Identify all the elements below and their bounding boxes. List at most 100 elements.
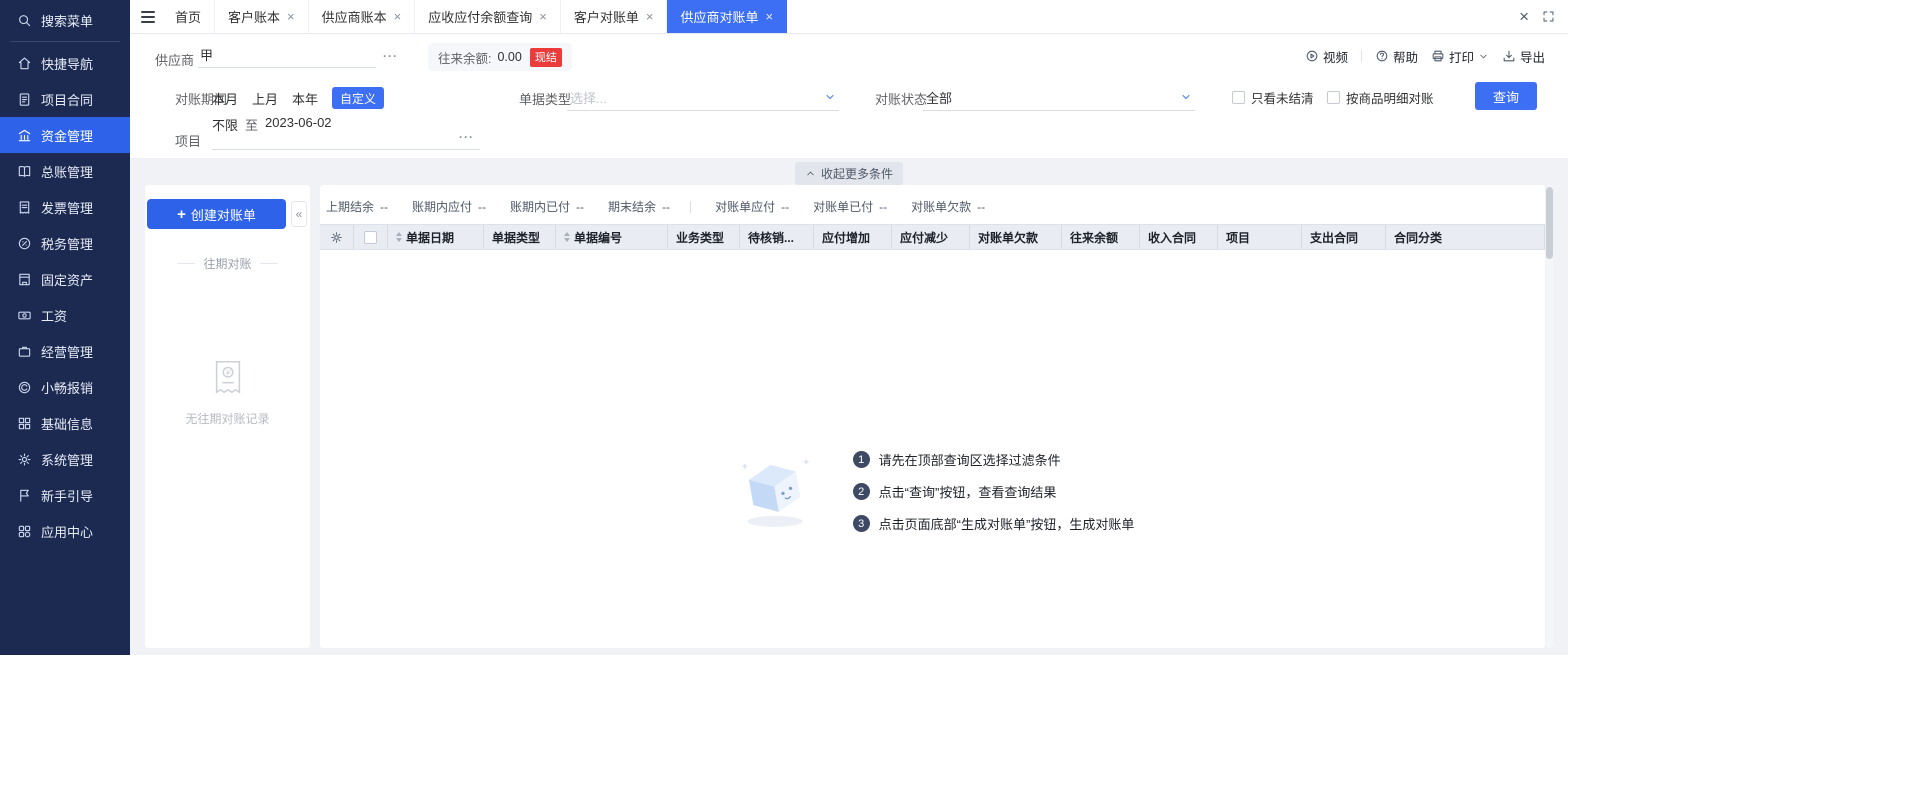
divider bbox=[1360, 50, 1362, 62]
sidebar-item[interactable]: 总账管理 bbox=[0, 153, 130, 189]
plus-icon: + bbox=[177, 205, 186, 223]
balance-value: 0.00 bbox=[497, 50, 522, 64]
period-options: 本月 上月 本年 自定义 bbox=[212, 87, 385, 109]
sidebar-item[interactable]: 项目合同 bbox=[0, 81, 130, 117]
sidebar-item[interactable]: 资金管理 bbox=[0, 117, 130, 153]
collapse-panel-button[interactable]: « bbox=[291, 201, 307, 227]
column-header[interactable]: 对账单欠款 bbox=[970, 225, 1062, 249]
sidebar-item[interactable]: 基础信息 bbox=[0, 405, 130, 441]
column-header[interactable]: 单据编号 bbox=[556, 225, 668, 249]
by-product-checkbox[interactable]: 按商品明细对账 bbox=[1327, 88, 1434, 107]
statement-content: 上期结余 -- 账期内应付 -- 账期内已付 -- 期末结余 -- 对账单应付 … bbox=[320, 185, 1545, 648]
tab-close-icon[interactable]: × bbox=[394, 10, 402, 23]
sidebar-item[interactable]: 新手引导 bbox=[0, 477, 130, 513]
supplier-more-button[interactable]: ··· bbox=[383, 49, 398, 63]
column-header[interactable]: 支出合同 bbox=[1302, 225, 1386, 249]
query-button[interactable]: 查询 bbox=[1475, 82, 1537, 110]
tab[interactable]: 应收应付余额查询 × bbox=[415, 0, 561, 33]
sidebar-item[interactable]: 税务管理 bbox=[0, 225, 130, 261]
help-button[interactable]: 帮助 bbox=[1375, 47, 1418, 66]
tab-bar: 首页 × 客户账本 × 供应商账本 × 应收应付余额查询 × bbox=[130, 0, 1568, 34]
tab[interactable]: 客户对账单 × bbox=[561, 0, 668, 33]
tab-close-icon[interactable]: × bbox=[646, 10, 654, 23]
tab[interactable]: 首页 × bbox=[162, 0, 216, 33]
doc-type-placeholder: 选择... bbox=[570, 90, 607, 106]
tab-close-icon[interactable]: × bbox=[539, 10, 547, 23]
create-statement-button[interactable]: + 创建对账单 bbox=[147, 199, 286, 229]
period-option[interactable]: 本年 bbox=[292, 89, 318, 108]
fullscreen-icon[interactable] bbox=[1542, 10, 1555, 23]
summary-item: 上期结余 -- bbox=[326, 199, 389, 215]
tab[interactable]: 供应商账本 × bbox=[309, 0, 416, 33]
sidebar-item[interactable]: 固定资产 bbox=[0, 261, 130, 297]
settle-badge: 现结 bbox=[529, 47, 562, 67]
column-header[interactable]: 应付减少 bbox=[892, 225, 970, 249]
menu-toggle-icon[interactable] bbox=[130, 0, 162, 33]
unsettled-checkbox[interactable]: 只看未结清 bbox=[1232, 88, 1314, 107]
column-header[interactable]: 合同分类 bbox=[1386, 225, 1545, 249]
project-label: 项目 bbox=[175, 134, 202, 149]
close-tab-icon[interactable]: × bbox=[1519, 8, 1529, 25]
sidebar-item[interactable]: 发票管理 bbox=[0, 189, 130, 225]
guide-step: 1 请先在顶部查询区选择过滤条件 bbox=[852, 450, 1135, 469]
checkbox-icon bbox=[1327, 91, 1340, 104]
sidebar-item[interactable]: 搜索菜单 bbox=[0, 2, 130, 42]
summary-item: 对账单已付 -- bbox=[813, 199, 888, 215]
export-icon bbox=[1502, 49, 1516, 63]
column-header[interactable]: 待核销... bbox=[740, 225, 814, 249]
vertical-scrollbar[interactable] bbox=[1546, 185, 1553, 648]
scrollbar-thumb[interactable] bbox=[1546, 187, 1553, 259]
ledger-icon bbox=[17, 164, 32, 179]
period-option[interactable]: 上月 bbox=[252, 89, 278, 108]
summary-item: 账期内已付 -- bbox=[510, 199, 585, 215]
video-button[interactable]: 视频 bbox=[1305, 47, 1348, 66]
tab-close-icon[interactable]: × bbox=[287, 10, 295, 23]
sort-icon[interactable] bbox=[564, 232, 570, 242]
sidebar-item[interactable]: 系统管理 bbox=[0, 441, 130, 477]
print-icon bbox=[1431, 49, 1445, 63]
summary-item: 期末结余 -- bbox=[608, 198, 691, 215]
select-all-checkbox[interactable] bbox=[354, 225, 388, 249]
supplier-input[interactable] bbox=[198, 42, 376, 68]
table-empty-state: 1 请先在顶部查询区选择过滤条件 2 点击“查询”按钮，查看查询结果 3 点击页… bbox=[320, 437, 1545, 546]
sidebar-item[interactable]: 应用中心 bbox=[0, 513, 130, 549]
column-header[interactable]: 应付增加 bbox=[814, 225, 892, 249]
column-header[interactable]: 单据日期 bbox=[388, 225, 484, 249]
column-settings-button[interactable] bbox=[320, 225, 354, 249]
sort-icon[interactable] bbox=[396, 232, 402, 242]
column-header[interactable]: 业务类型 bbox=[668, 225, 740, 249]
project-input[interactable]: ··· bbox=[212, 125, 480, 150]
period-option[interactable]: 本月 bbox=[212, 89, 238, 108]
gear-icon bbox=[330, 231, 343, 244]
column-header[interactable]: 收入合同 bbox=[1140, 225, 1218, 249]
tab-close-icon[interactable]: × bbox=[765, 10, 773, 23]
sidebar-item[interactable]: 小畅报销 bbox=[0, 369, 130, 405]
column-header[interactable]: 单据类型 bbox=[484, 225, 556, 249]
doc-type-select[interactable]: 选择... bbox=[567, 84, 839, 111]
sidebar-item[interactable]: 快捷导航 bbox=[0, 45, 130, 81]
export-button[interactable]: 导出 bbox=[1502, 47, 1545, 66]
column-header[interactable]: 往来余额 bbox=[1062, 225, 1140, 249]
statement-panel: + 创建对账单 « 往期对账 ¥ 无往期对账记录 bbox=[145, 185, 310, 648]
period-custom-option[interactable]: 自定义 bbox=[332, 87, 385, 109]
column-header[interactable]: 项目 bbox=[1218, 225, 1302, 249]
status-select[interactable]: 全部 bbox=[923, 84, 1195, 111]
balance-label: 往来余额: bbox=[438, 51, 492, 66]
sidebar: 搜索菜单 快捷导航 项目合同 资金管理 总账管理 发票管理 税务管理 固定资产 … bbox=[0, 0, 130, 655]
status-label: 对账状态 bbox=[875, 92, 928, 107]
project-more-button[interactable]: ··· bbox=[459, 130, 474, 144]
checkbox-icon bbox=[364, 230, 377, 244]
sidebar-item[interactable]: 经营管理 bbox=[0, 333, 130, 369]
tab[interactable]: 供应商对账单 × bbox=[667, 0, 788, 33]
step-number-badge: 2 bbox=[852, 483, 870, 500]
summary-item: 对账单欠款 -- bbox=[911, 199, 986, 215]
sidebar-item[interactable]: 工资 bbox=[0, 297, 130, 333]
panel-empty-state: ¥ 无往期对账记录 bbox=[145, 358, 310, 427]
empty-box-illustration bbox=[731, 453, 819, 531]
collapse-filters-button[interactable]: 收起更多条件 bbox=[794, 162, 904, 185]
balance-chip: 往来余额: 0.00 现结 bbox=[428, 43, 572, 71]
tab[interactable]: 客户账本 × bbox=[215, 0, 309, 33]
appcenter-icon bbox=[17, 524, 32, 539]
main-area: 首页 × 客户账本 × 供应商账本 × 应收应付余额查询 × bbox=[130, 0, 1568, 655]
print-button[interactable]: 打印 bbox=[1431, 47, 1489, 66]
